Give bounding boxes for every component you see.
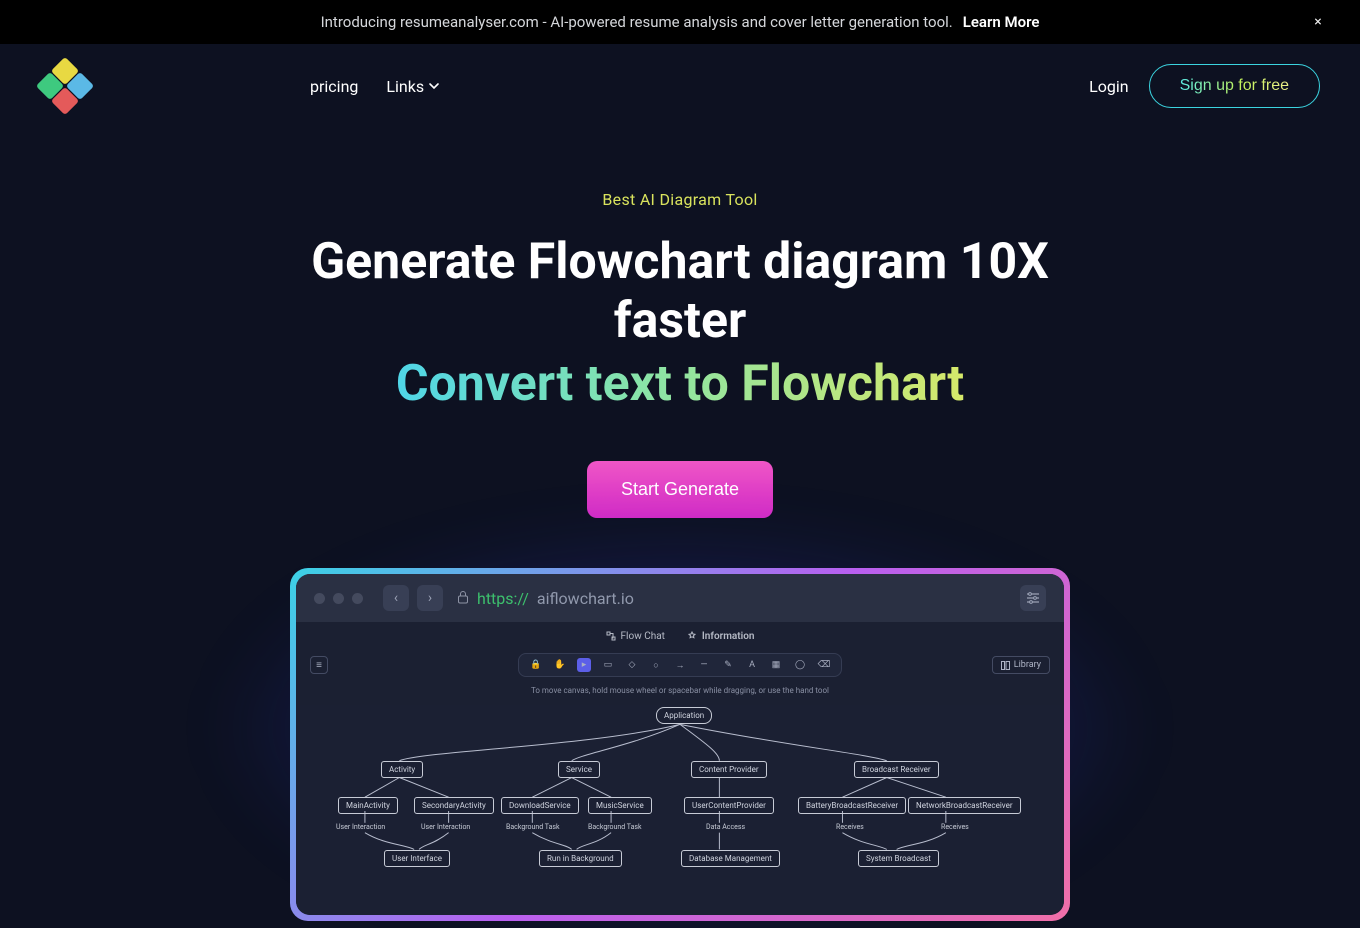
diagram-node[interactable]: Activity xyxy=(381,761,423,778)
tool-arrow-icon[interactable]: → xyxy=(673,658,687,672)
window-dots xyxy=(314,593,363,604)
tool-pill: 🔒 ✋ ▸ ▭ ◇ ○ → — ✎ A ▦ ◯ ⌫ xyxy=(518,653,842,677)
diagram-node[interactable]: Application xyxy=(656,707,712,724)
diagram-node[interactable]: MainActivity xyxy=(338,797,398,814)
tool-line-icon[interactable]: — xyxy=(697,658,711,672)
tab-label: Flow Chat xyxy=(621,631,665,642)
settings-icon[interactable] xyxy=(1020,585,1046,611)
tool-pencil-icon[interactable]: ✎ xyxy=(721,658,735,672)
close-icon[interactable]: × xyxy=(1308,12,1328,32)
diagram-node[interactable]: DownloadService xyxy=(501,797,579,814)
app-tabs: Flow Chat Information xyxy=(296,622,1064,650)
diagram-label: User Interaction xyxy=(336,823,385,831)
url-bar[interactable]: https:// aiflowchart.io xyxy=(457,589,1006,608)
diagram-node[interactable]: UserContentProvider xyxy=(684,797,774,814)
chevron-down-icon xyxy=(428,77,440,96)
window-dot xyxy=(314,593,325,604)
tool-image-icon[interactable]: ▦ xyxy=(769,658,783,672)
diagram-node[interactable]: BatteryBroadcastReceiver xyxy=(798,797,906,814)
diagram-node[interactable]: NetworkBroadcastReceiver xyxy=(908,797,1021,814)
tab-flow-chat[interactable]: Flow Chat xyxy=(606,631,665,642)
lock-icon xyxy=(457,589,469,608)
signup-button[interactable]: Sign up for free xyxy=(1149,64,1320,108)
preview-frame: ‹ › https:// aiflowchart.io xyxy=(290,568,1070,921)
tool-lock-icon[interactable]: 🔒 xyxy=(529,658,543,672)
forward-icon[interactable]: › xyxy=(417,585,443,611)
announcement-text: Introducing resumeanalyser.com - AI-powe… xyxy=(321,13,953,31)
hero: Best AI Diagram Tool Generate Flowchart … xyxy=(0,128,1360,921)
diagram-node[interactable]: MusicService xyxy=(588,797,652,814)
window-dot xyxy=(352,593,363,604)
nav-links-label: Links xyxy=(386,77,424,96)
hero-subheading: Convert text to Flowchart xyxy=(396,355,964,413)
diagram-node[interactable]: Content Provider xyxy=(691,761,767,778)
hero-heading-line2: faster xyxy=(614,292,747,350)
back-icon[interactable]: ‹ xyxy=(383,585,409,611)
tool-shape-icon[interactable]: ◯ xyxy=(793,658,807,672)
diagram-node[interactable]: Service xyxy=(558,761,600,778)
diagram-node[interactable]: Broadcast Receiver xyxy=(854,761,939,778)
diagram-node[interactable]: SecondaryActivity xyxy=(414,797,494,814)
start-generate-button[interactable]: Start Generate xyxy=(587,461,773,518)
diagram-label: Receives xyxy=(836,823,864,831)
library-button[interactable]: Library xyxy=(992,656,1050,674)
nav-right: Login Sign up for free xyxy=(1089,64,1320,108)
tool-rect-icon[interactable]: ▭ xyxy=(601,658,615,672)
url-protocol: https:// xyxy=(477,589,529,608)
library-label: Library xyxy=(1014,660,1041,670)
hero-eyebrow: Best AI Diagram Tool xyxy=(0,190,1360,209)
tab-label: Information xyxy=(702,631,755,642)
tool-hand-icon[interactable]: ✋ xyxy=(553,658,567,672)
url-host: aiflowchart.io xyxy=(537,589,634,608)
diagram-label: User Interaction xyxy=(421,823,470,831)
hero-heading-line1: Generate Flowchart diagram 10X xyxy=(311,233,1049,291)
app-toolbar: ≡ 🔒 ✋ ▸ ▭ ◇ ○ → — ✎ A ▦ ◯ ⌫ xyxy=(296,650,1064,680)
announcement-bar: Introducing resumeanalyser.com - AI-powe… xyxy=(0,0,1360,44)
window-dot xyxy=(333,593,344,604)
signup-label: Sign up for free xyxy=(1180,77,1289,94)
tool-text-icon[interactable]: A xyxy=(745,658,759,672)
nav-links: pricing Links xyxy=(310,77,440,96)
diagram-canvas[interactable]: Application Activity Service Content Pro… xyxy=(296,705,1064,915)
diagram-label: Background Task xyxy=(588,823,642,831)
tool-circle-icon[interactable]: ○ xyxy=(649,658,663,672)
menu-icon[interactable]: ≡ xyxy=(310,656,328,674)
nav-pricing[interactable]: pricing xyxy=(310,77,358,96)
browser-chrome: ‹ › https:// aiflowchart.io xyxy=(296,574,1064,622)
tool-diamond-icon[interactable]: ◇ xyxy=(625,658,639,672)
login-link[interactable]: Login xyxy=(1089,77,1128,96)
diagram-label: Background Task xyxy=(506,823,560,831)
nav-links-dropdown[interactable]: Links xyxy=(386,77,440,96)
tool-eraser-icon[interactable]: ⌫ xyxy=(817,658,831,672)
top-nav: pricing Links Login Sign up for free xyxy=(0,44,1360,128)
hero-heading: Generate Flowchart diagram 10X faster xyxy=(0,233,1360,351)
diagram-label: Data Access xyxy=(706,823,745,831)
tab-information[interactable]: Information xyxy=(687,631,755,642)
logo-icon[interactable] xyxy=(40,61,90,111)
learn-more-link[interactable]: Learn More xyxy=(963,13,1040,31)
tool-pointer-icon[interactable]: ▸ xyxy=(577,658,591,672)
canvas-hint: To move canvas, hold mouse wheel or spac… xyxy=(296,680,1064,705)
diagram-label: Receives xyxy=(941,823,969,831)
